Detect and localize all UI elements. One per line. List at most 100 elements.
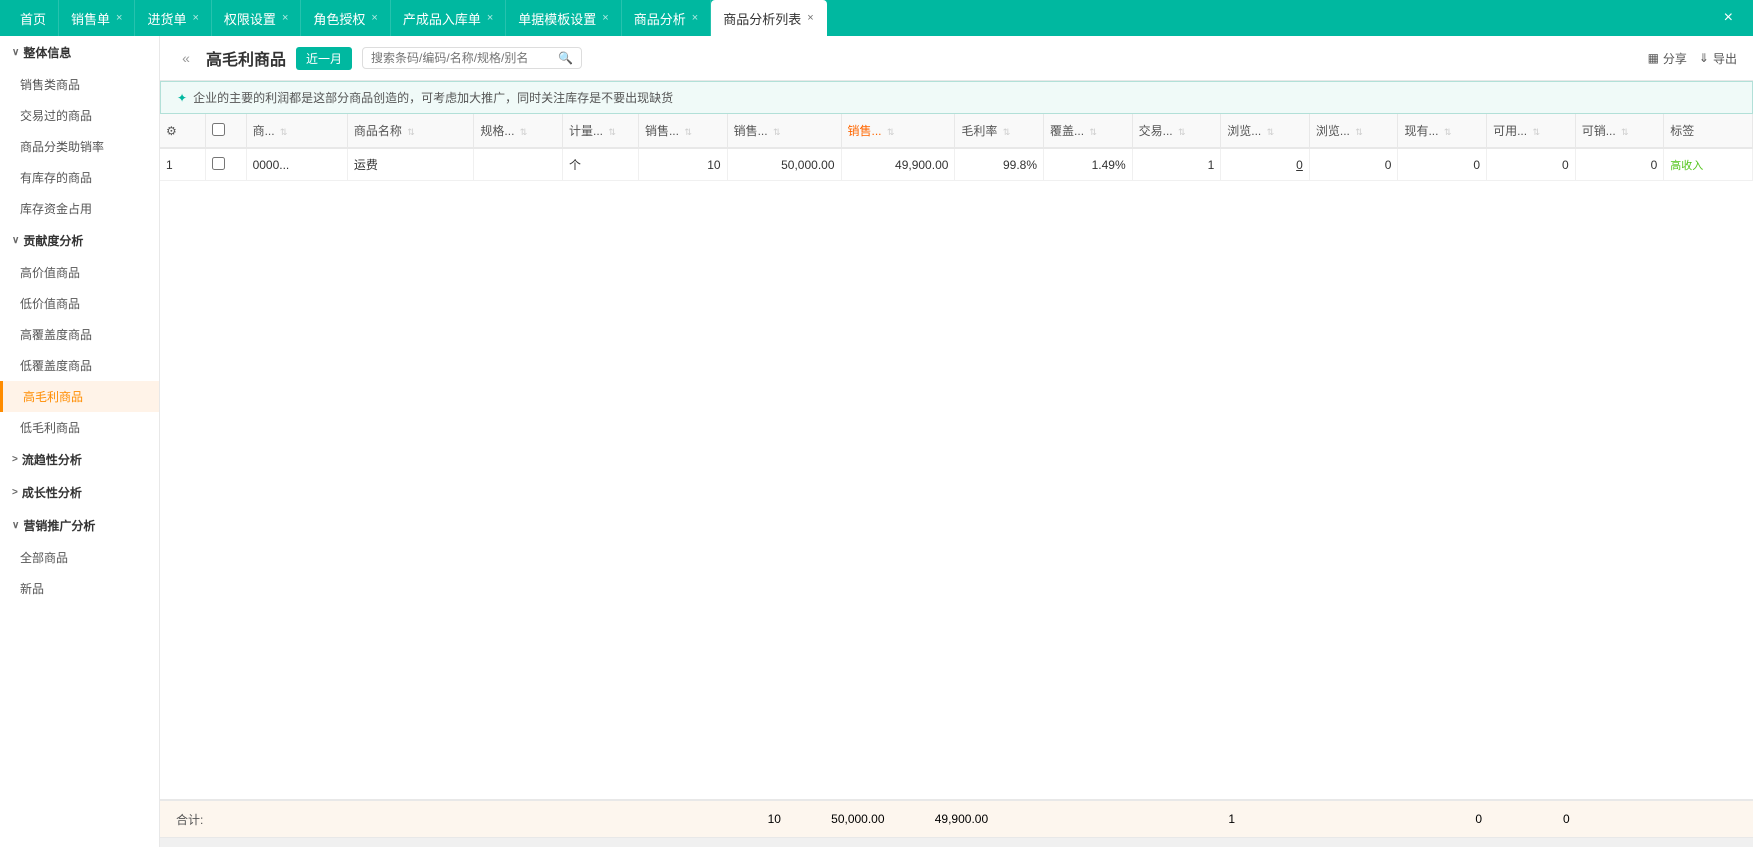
cell-tag: 高收入 (1664, 148, 1753, 181)
cell-num: 1 (160, 148, 206, 181)
notice-text: 企业的主要的利润都是这部分商品创造的，可考虑加大推广，同时关注库存是不要出现缺货 (193, 89, 673, 106)
nav-role[interactable]: 角色授权 × (301, 0, 390, 36)
cell-trade: 1 (1132, 148, 1221, 181)
sidebar-group-overall[interactable]: ∨ 整体信息 (0, 36, 159, 69)
search-icon[interactable]: 🔍 (558, 51, 573, 65)
footer-summary: 合计: 10 50,000.00 49,900.00 1 0 0 (160, 799, 1753, 837)
sort-icon[interactable]: ⇅ (684, 127, 692, 137)
sidebar-item-stocked-goods[interactable]: 有库存的商品 (0, 162, 159, 193)
settings-icon[interactable]: ⚙ (166, 124, 177, 138)
horizontal-scrollbar[interactable] (160, 837, 1753, 847)
nav-purchase[interactable]: 进货单 × (135, 0, 211, 36)
close-icon[interactable]: × (371, 12, 377, 24)
cell-view2: 0 (1309, 148, 1398, 181)
sidebar-group-contribution[interactable]: ∨ 贡献度分析 (0, 224, 159, 257)
search-input[interactable] (371, 51, 558, 65)
nav-template[interactable]: 单据模板设置 × (506, 0, 621, 36)
cell-unit: 个 (563, 148, 639, 181)
col-header-code: 商... ⇅ (246, 114, 347, 148)
share-icon: ▦ (1648, 51, 1659, 65)
col-header-spec: 规格... ⇅ (474, 114, 563, 148)
sort-icon[interactable]: ⇅ (1089, 127, 1097, 137)
chevron-down-icon: ∨ (12, 520, 19, 531)
close-icon[interactable]: × (116, 12, 122, 24)
sort-icon[interactable]: ⇅ (887, 127, 895, 137)
sidebar-item-category-rate[interactable]: 商品分类助销率 (0, 131, 159, 162)
nav-analysis[interactable]: 商品分析 × (622, 0, 711, 36)
close-icon[interactable]: × (282, 12, 288, 24)
sidebar-item-low-margin[interactable]: 低毛利商品 (0, 412, 159, 443)
close-icon[interactable]: × (192, 12, 198, 24)
sidebar-item-new-goods[interactable]: 新品 (0, 573, 159, 604)
content-area: « 高毛利商品 近一月 🔍 ▦ 分享 ⇓ 导出 ✦ 企业的主要 (160, 36, 1753, 847)
share-button[interactable]: ▦ 分享 (1648, 50, 1687, 67)
col-header-gross-margin: 毛利率 ⇅ (955, 114, 1044, 148)
close-icon[interactable]: × (692, 12, 698, 24)
sidebar-item-all-goods[interactable]: 全部商品 (0, 542, 159, 573)
close-icon[interactable]: × (602, 12, 608, 24)
sort-icon[interactable]: ⇅ (1267, 127, 1275, 137)
table-container[interactable]: ⚙ 商... ⇅ 商品名称 ⇅ (160, 114, 1753, 799)
nav-home[interactable]: 首页 (8, 0, 59, 36)
content-header: « 高毛利商品 近一月 🔍 ▦ 分享 ⇓ 导出 (160, 36, 1753, 81)
main-layout: ∨ 整体信息 销售类商品 交易过的商品 商品分类助销率 有库存的商品 库存资金占… (0, 36, 1753, 847)
footer-stock2: 0 (1490, 812, 1578, 826)
col-header-cover: 覆盖... ⇅ (1044, 114, 1133, 148)
select-all-checkbox[interactable] (212, 123, 225, 136)
cell-sales-qty: 10 (638, 148, 727, 181)
period-filter-button[interactable]: 近一月 (296, 47, 352, 70)
window-close-icon[interactable]: × (1712, 9, 1745, 27)
cell-check[interactable] (206, 148, 247, 181)
nav-permission[interactable]: 权限设置 × (212, 0, 301, 36)
table-row: 1 0000... 运费 个 10 50,000.00 49,900.00 99… (160, 148, 1753, 181)
col-header-num: ⚙ (160, 114, 206, 148)
close-icon[interactable]: × (807, 12, 813, 24)
cell-sales-profit: 49,900.00 (841, 148, 955, 181)
top-nav: 首页 销售单 × 进货单 × 权限设置 × 角色授权 × 产成品入库单 × 单据… (0, 0, 1753, 36)
col-header-view2: 浏览... ⇅ (1309, 114, 1398, 148)
nav-analysis-list[interactable]: 商品分析列表 × (711, 0, 826, 36)
col-header-check (206, 114, 247, 148)
footer-sales-profit: 49,900.00 (893, 812, 997, 826)
sort-icon[interactable]: ⇅ (1444, 127, 1452, 137)
sidebar-item-sales-goods[interactable]: 销售类商品 (0, 69, 159, 100)
page-title: 高毛利商品 (206, 46, 286, 70)
data-table: ⚙ 商... ⇅ 商品名称 ⇅ (160, 114, 1753, 181)
col-header-sales-amt: 销售... ⇅ (727, 114, 841, 148)
sort-icon[interactable]: ⇅ (1532, 127, 1540, 137)
col-header-sales-qty: 销售... ⇅ (638, 114, 727, 148)
sidebar-item-low-value[interactable]: 低价值商品 (0, 288, 159, 319)
col-header-stock2: 可用... ⇅ (1487, 114, 1576, 148)
sidebar-item-low-coverage[interactable]: 低覆盖度商品 (0, 350, 159, 381)
nav-sales[interactable]: 销售单 × (59, 0, 135, 36)
chevron-right-icon: > (12, 454, 18, 465)
footer-trade: 1 (1155, 812, 1243, 826)
sidebar-item-high-margin[interactable]: 高毛利商品 (0, 381, 159, 412)
info-icon: ✦ (177, 91, 187, 105)
sort-icon[interactable]: ⇅ (1621, 127, 1629, 137)
sort-icon[interactable]: ⇅ (280, 127, 288, 137)
chevron-down-icon: ∨ (12, 235, 19, 246)
sort-icon[interactable]: ⇅ (520, 127, 528, 137)
cell-saleable: 0 (1575, 148, 1664, 181)
sort-icon[interactable]: ⇅ (1003, 127, 1011, 137)
sidebar-item-high-value[interactable]: 高价值商品 (0, 257, 159, 288)
cell-gross-margin: 99.8% (955, 148, 1044, 181)
sort-icon[interactable]: ⇅ (407, 127, 415, 137)
sort-icon[interactable]: ⇅ (1355, 127, 1363, 137)
sort-icon[interactable]: ⇅ (773, 127, 781, 137)
close-icon[interactable]: × (487, 12, 493, 24)
sidebar-item-high-coverage[interactable]: 高覆盖度商品 (0, 319, 159, 350)
collapse-sidebar-button[interactable]: « (176, 48, 196, 68)
footer-label: 合计: (176, 811, 203, 828)
export-button[interactable]: ⇓ 导出 (1699, 50, 1737, 67)
sidebar-group-growth[interactable]: > 成长性分析 (0, 476, 159, 509)
sidebar-item-stock-capital[interactable]: 库存资金占用 (0, 193, 159, 224)
sidebar-group-marketing[interactable]: ∨ 营销推广分析 (0, 509, 159, 542)
sidebar-group-trend[interactable]: > 流趋性分析 (0, 443, 159, 476)
chevron-down-icon: ∨ (12, 47, 19, 58)
nav-inbound[interactable]: 产成品入库单 × (391, 0, 506, 36)
sort-icon[interactable]: ⇅ (608, 127, 616, 137)
sidebar-item-traded-goods[interactable]: 交易过的商品 (0, 100, 159, 131)
sort-icon[interactable]: ⇅ (1178, 127, 1186, 137)
